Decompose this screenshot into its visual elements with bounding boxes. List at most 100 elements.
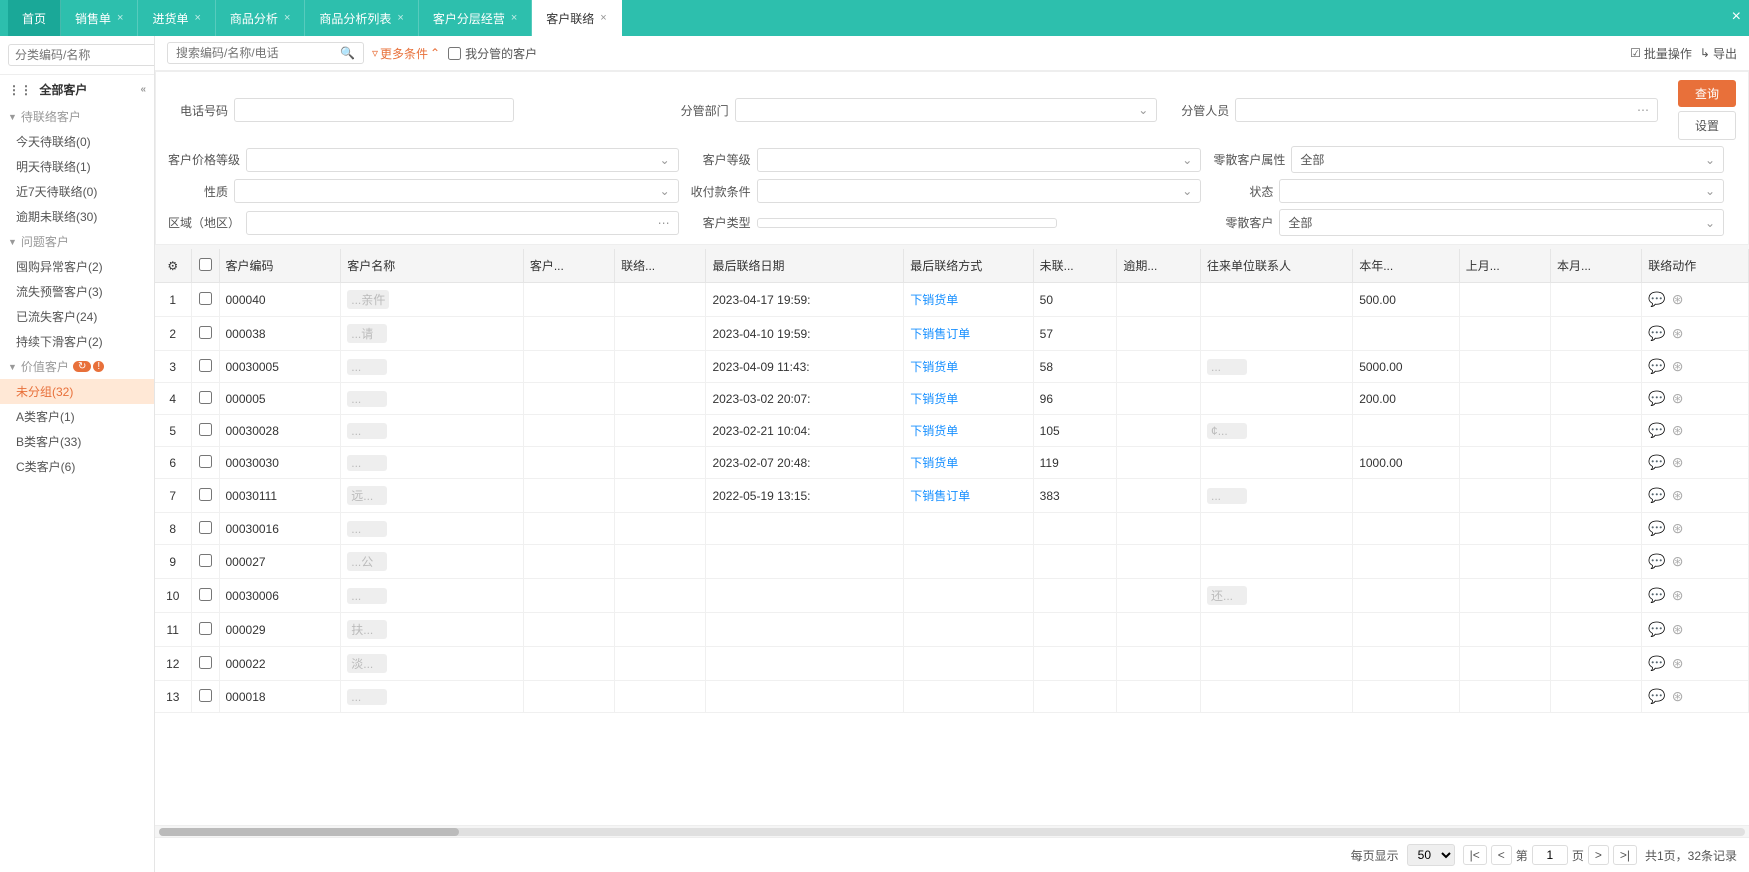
sidebar-item-warning[interactable]: 流失预警客户(3)	[0, 279, 154, 304]
more-filter-button[interactable]: ▿ 更多条件 ⌃	[372, 45, 440, 62]
select-all-checkbox[interactable]	[199, 258, 212, 271]
sidebar-item-tomorrow[interactable]: 明天待联络(1)	[0, 154, 154, 179]
sidebar-item-7days[interactable]: 近7天待联络(0)	[0, 179, 154, 204]
row-checkbox[interactable]	[199, 521, 212, 534]
last-way-link[interactable]: 下销货单	[910, 392, 958, 406]
row-checkbox[interactable]	[199, 326, 212, 339]
grid-action-icon[interactable]: ⊛	[1672, 621, 1684, 638]
cell-check[interactable]	[191, 647, 219, 681]
cell-lastway[interactable]: 下销货单	[904, 447, 1033, 479]
row-checkbox[interactable]	[199, 656, 212, 669]
sidebar-item-declining[interactable]: 持续下滑客户(2)	[0, 329, 154, 354]
chat-icon[interactable]: 💬	[1648, 520, 1665, 537]
th-check[interactable]	[191, 249, 219, 283]
last-page-button[interactable]: >|	[1613, 845, 1637, 865]
batch-op-button[interactable]: ☑ 批量操作	[1630, 45, 1692, 62]
chat-icon[interactable]: 💬	[1648, 587, 1665, 604]
tab-analysis-close[interactable]: ×	[284, 12, 290, 24]
cell-check[interactable]	[191, 317, 219, 351]
chat-icon[interactable]: 💬	[1648, 325, 1665, 342]
status-select[interactable]: ⌄	[1279, 179, 1724, 203]
phone-input[interactable]	[234, 98, 514, 122]
group-problem-label[interactable]: ▼ 问题客户	[0, 229, 154, 254]
last-way-link[interactable]: 下销货单	[910, 456, 958, 470]
grid-action-icon[interactable]: ⊛	[1672, 655, 1684, 672]
page-number-input[interactable]	[1532, 845, 1568, 865]
tab-customer-layer-close[interactable]: ×	[511, 12, 517, 24]
tab-customer-layer[interactable]: 客户分层经营 ×	[419, 0, 532, 36]
row-checkbox[interactable]	[199, 588, 212, 601]
row-checkbox[interactable]	[199, 391, 212, 404]
th-settings[interactable]: ⚙	[155, 249, 191, 283]
grid-action-icon[interactable]: ⊛	[1672, 487, 1684, 504]
cell-check[interactable]	[191, 613, 219, 647]
last-way-link[interactable]: 下销货单	[910, 360, 958, 374]
grid-action-icon[interactable]: ⊛	[1672, 422, 1684, 439]
tab-purchase-close[interactable]: ×	[194, 12, 200, 24]
reset-button[interactable]: 设置	[1678, 111, 1736, 140]
row-checkbox[interactable]	[199, 359, 212, 372]
cust-level-select[interactable]: ⌄	[757, 148, 1202, 172]
sidebar-item-b-class[interactable]: B类客户(33)	[0, 429, 154, 454]
cell-lastway[interactable]: 下销售订单	[904, 479, 1033, 513]
grid-action-icon[interactable]: ⊛	[1672, 291, 1684, 308]
grid-action-icon[interactable]: ⊛	[1672, 390, 1684, 407]
tab-customer-contact[interactable]: 客户联络 ×	[532, 0, 621, 36]
scrollbar-area[interactable]	[155, 825, 1749, 837]
last-way-link[interactable]: 下销货单	[910, 424, 958, 438]
tab-home[interactable]: 首页	[8, 0, 61, 36]
cell-check[interactable]	[191, 479, 219, 513]
cell-check[interactable]	[191, 513, 219, 545]
tab-analysis-list-close[interactable]: ×	[397, 12, 403, 24]
tab-analysis-list[interactable]: 商品分析列表 ×	[305, 0, 418, 36]
payment-select[interactable]: ⌄	[757, 179, 1202, 203]
toolbar-search-input[interactable]	[176, 46, 336, 60]
sidebar-item-overdue[interactable]: 逾期未联络(30)	[0, 204, 154, 229]
row-checkbox[interactable]	[199, 488, 212, 501]
cell-check[interactable]	[191, 383, 219, 415]
tab-customer-contact-close[interactable]: ×	[600, 12, 606, 24]
cell-lastway[interactable]: 下销货单	[904, 415, 1033, 447]
chat-icon[interactable]: 💬	[1648, 655, 1665, 672]
tab-sales-close[interactable]: ×	[117, 12, 123, 24]
last-way-link[interactable]: 下销售订单	[910, 489, 970, 503]
cell-check[interactable]	[191, 415, 219, 447]
row-checkbox[interactable]	[199, 554, 212, 567]
cell-lastway[interactable]: 下销货单	[904, 383, 1033, 415]
region-select[interactable]: ⋯	[246, 211, 679, 235]
group-pending-label[interactable]: ▼ 待联络客户	[0, 104, 154, 129]
my-customer-checkbox[interactable]	[448, 47, 461, 60]
cell-check[interactable]	[191, 351, 219, 383]
chat-icon[interactable]: 💬	[1648, 487, 1665, 504]
cust-type-select[interactable]	[757, 218, 1057, 228]
scroll-thumb[interactable]	[159, 828, 459, 836]
global-close-icon[interactable]: ×	[1732, 8, 1741, 26]
price-level-select[interactable]: ⌄	[246, 148, 679, 172]
chat-icon[interactable]: 💬	[1648, 553, 1665, 570]
row-checkbox[interactable]	[199, 292, 212, 305]
search-button[interactable]: 查询	[1678, 80, 1736, 107]
cell-check[interactable]	[191, 579, 219, 613]
prev-page-button[interactable]: <	[1491, 845, 1512, 865]
chat-icon[interactable]: 💬	[1648, 358, 1665, 375]
chat-icon[interactable]: 💬	[1648, 422, 1665, 439]
chat-icon[interactable]: 💬	[1648, 454, 1665, 471]
grid-action-icon[interactable]: ⊛	[1672, 587, 1684, 604]
chat-icon[interactable]: 💬	[1648, 390, 1665, 407]
cell-lastway[interactable]: 下销售订单	[904, 317, 1033, 351]
last-way-link[interactable]: 下销货单	[910, 293, 958, 307]
grid-action-icon[interactable]: ⊛	[1672, 520, 1684, 537]
cell-check[interactable]	[191, 283, 219, 317]
first-page-button[interactable]: |<	[1463, 845, 1487, 865]
grid-action-icon[interactable]: ⊛	[1672, 454, 1684, 471]
sidebar-item-ungroup[interactable]: 未分组(32)	[0, 379, 154, 404]
tab-sales[interactable]: 销售单 ×	[61, 0, 138, 36]
tab-purchase[interactable]: 进货单 ×	[138, 0, 215, 36]
row-checkbox[interactable]	[199, 689, 212, 702]
row-checkbox[interactable]	[199, 423, 212, 436]
last-way-link[interactable]: 下销售订单	[910, 327, 970, 341]
cell-check[interactable]	[191, 545, 219, 579]
sidebar-item-lost[interactable]: 已流失客户(24)	[0, 304, 154, 329]
sidebar-item-a-class[interactable]: A类客户(1)	[0, 404, 154, 429]
chat-icon[interactable]: 💬	[1648, 688, 1665, 705]
